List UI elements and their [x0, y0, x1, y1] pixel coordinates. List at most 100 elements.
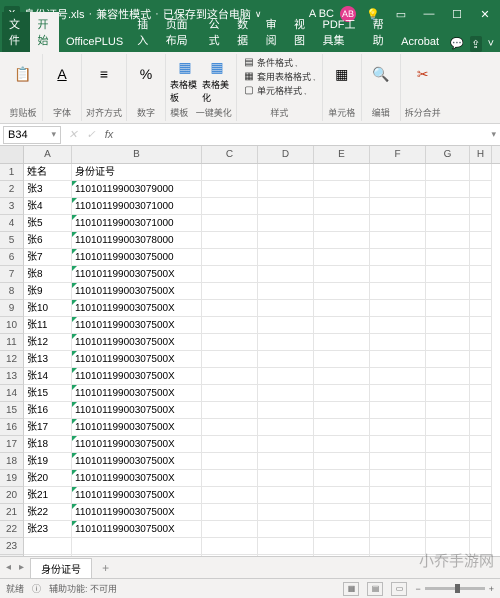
- col-header-F[interactable]: F: [370, 146, 426, 163]
- page-break-button[interactable]: ▭: [391, 582, 407, 596]
- cell[interactable]: 11010119900307500X: [72, 436, 202, 453]
- page-layout-button[interactable]: ▤: [367, 582, 383, 596]
- cell[interactable]: [258, 249, 314, 266]
- cell[interactable]: [470, 368, 492, 385]
- zoom-out-button[interactable]: −: [415, 584, 420, 594]
- row-header[interactable]: 12: [0, 351, 24, 368]
- row-header[interactable]: 23: [0, 538, 24, 555]
- cell[interactable]: [314, 487, 370, 504]
- cell-style-button[interactable]: ▢单元格样式˯: [241, 84, 318, 97]
- cell[interactable]: [202, 164, 258, 181]
- row-header[interactable]: 10: [0, 317, 24, 334]
- cell[interactable]: 110101199003079000: [72, 181, 202, 198]
- name-box[interactable]: B34▾: [3, 126, 61, 144]
- cell[interactable]: [370, 334, 426, 351]
- cell[interactable]: [470, 215, 492, 232]
- comments-icon[interactable]: 💬: [446, 35, 468, 52]
- row-header[interactable]: 4: [0, 215, 24, 232]
- cell[interactable]: [258, 402, 314, 419]
- zoom-control[interactable]: − +: [415, 584, 494, 594]
- row-header[interactable]: 2: [0, 181, 24, 198]
- formula-input[interactable]: [118, 126, 487, 144]
- share-button[interactable]: ⇪: [470, 36, 482, 52]
- tab-data[interactable]: 数据: [230, 12, 258, 52]
- cell[interactable]: [426, 334, 470, 351]
- cell[interactable]: 张21: [24, 487, 72, 504]
- cell[interactable]: 11010119900307500X: [72, 283, 202, 300]
- cell[interactable]: [470, 300, 492, 317]
- cell[interactable]: [426, 198, 470, 215]
- cell[interactable]: [370, 317, 426, 334]
- cell[interactable]: [258, 487, 314, 504]
- cell[interactable]: 张8: [24, 266, 72, 283]
- cell[interactable]: [426, 317, 470, 334]
- col-header-C[interactable]: C: [202, 146, 258, 163]
- cell[interactable]: [258, 334, 314, 351]
- cell[interactable]: [426, 419, 470, 436]
- cell[interactable]: [202, 232, 258, 249]
- row-header[interactable]: 5: [0, 232, 24, 249]
- cell[interactable]: [314, 215, 370, 232]
- cell[interactable]: [202, 317, 258, 334]
- cell[interactable]: [426, 436, 470, 453]
- cell[interactable]: [258, 555, 314, 556]
- cell[interactable]: [258, 283, 314, 300]
- cells-button[interactable]: ▦: [327, 56, 357, 92]
- cell[interactable]: [258, 300, 314, 317]
- cell[interactable]: [314, 385, 370, 402]
- cell[interactable]: [202, 334, 258, 351]
- cell[interactable]: [24, 555, 72, 556]
- row-header[interactable]: 8: [0, 283, 24, 300]
- cell[interactable]: 张7: [24, 249, 72, 266]
- cell[interactable]: [202, 198, 258, 215]
- cell[interactable]: [426, 351, 470, 368]
- col-header-A[interactable]: A: [24, 146, 72, 163]
- ribbon-collapse-icon[interactable]: ˅: [484, 36, 498, 52]
- row-header[interactable]: 24: [0, 555, 24, 556]
- row-header[interactable]: 22: [0, 521, 24, 538]
- cell[interactable]: [314, 555, 370, 556]
- cell[interactable]: [370, 181, 426, 198]
- cell[interactable]: [314, 419, 370, 436]
- cell[interactable]: [470, 470, 492, 487]
- cell[interactable]: [314, 453, 370, 470]
- cell[interactable]: [370, 538, 426, 555]
- col-header-H[interactable]: H: [470, 146, 492, 163]
- close-button[interactable]: ✕: [474, 4, 496, 24]
- table-beautify-button[interactable]: ▦表格美化: [202, 63, 232, 99]
- cell[interactable]: [426, 232, 470, 249]
- sheet-add-button[interactable]: +: [96, 561, 115, 575]
- cell[interactable]: [370, 453, 426, 470]
- cell[interactable]: [202, 283, 258, 300]
- tab-review[interactable]: 审阅: [259, 12, 287, 52]
- cell[interactable]: [72, 538, 202, 555]
- cell[interactable]: [470, 232, 492, 249]
- cell[interactable]: [258, 266, 314, 283]
- cell[interactable]: 11010119900307500X: [72, 385, 202, 402]
- col-header-G[interactable]: G: [426, 146, 470, 163]
- cell[interactable]: [258, 521, 314, 538]
- tab-view[interactable]: 视图: [287, 12, 315, 52]
- tab-insert[interactable]: 插入: [130, 12, 158, 52]
- spreadsheet-grid[interactable]: A B C D E F G H 1姓名身份证号2张311010119900307…: [0, 146, 500, 556]
- name-box-chevron-icon[interactable]: ▾: [51, 129, 56, 140]
- tab-layout[interactable]: 页面布局: [159, 12, 202, 52]
- cond-format-button[interactable]: ▤条件格式˯: [241, 56, 318, 69]
- cell[interactable]: [202, 368, 258, 385]
- cell[interactable]: [370, 164, 426, 181]
- cell[interactable]: [426, 300, 470, 317]
- cell[interactable]: [258, 419, 314, 436]
- cell[interactable]: 张9: [24, 283, 72, 300]
- cell[interactable]: [426, 164, 470, 181]
- cell[interactable]: [370, 470, 426, 487]
- cell[interactable]: [370, 300, 426, 317]
- cell[interactable]: [470, 521, 492, 538]
- cell[interactable]: [470, 283, 492, 300]
- apply-table-button[interactable]: ▦套用表格格式˯: [241, 70, 318, 83]
- tab-pdf[interactable]: PDF工具集: [316, 12, 366, 52]
- cell[interactable]: [258, 368, 314, 385]
- zoom-slider[interactable]: [425, 587, 485, 590]
- cell[interactable]: [72, 555, 202, 556]
- row-header[interactable]: 20: [0, 487, 24, 504]
- col-header-E[interactable]: E: [314, 146, 370, 163]
